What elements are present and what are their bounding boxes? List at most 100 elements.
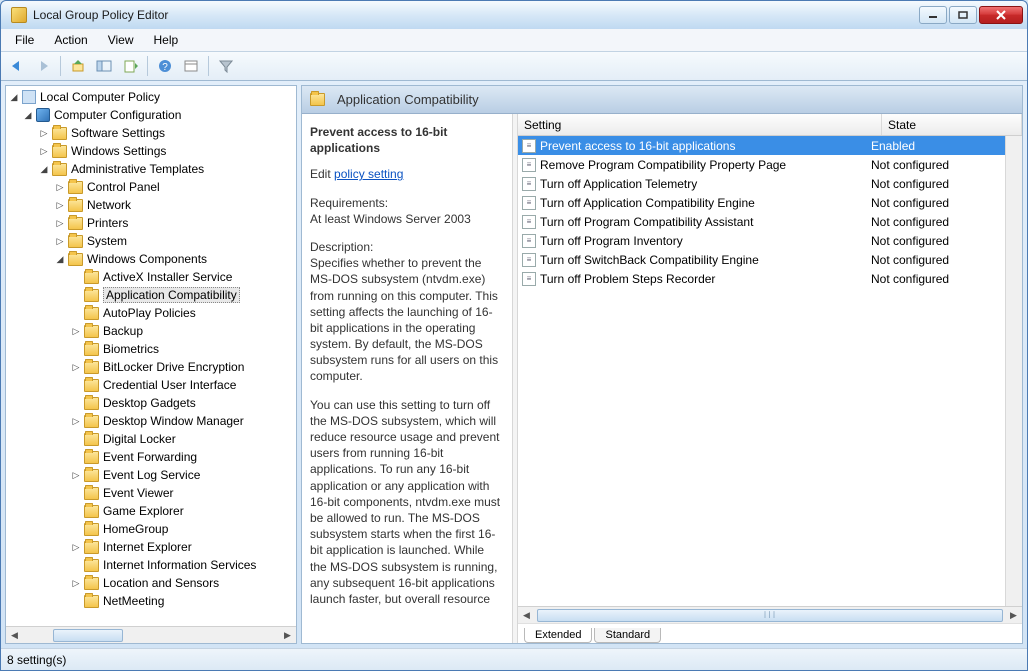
list-row[interactable]: ≡Turn off Program InventoryNot configure… [518,231,1005,250]
tree-item[interactable]: ▷Backup [6,322,296,340]
list-body[interactable]: ≡Prevent access to 16-bit applicationsEn… [518,136,1005,606]
collapse-icon[interactable]: ◢ [38,163,50,175]
list-row[interactable]: ≡Prevent access to 16-bit applicationsEn… [518,136,1005,155]
col-setting[interactable]: Setting [518,114,882,135]
tab-standard[interactable]: Standard [594,628,661,643]
collapse-icon[interactable]: ◢ [8,91,20,103]
filter-button[interactable] [214,54,238,78]
tree-item[interactable]: Application Compatibility [6,286,296,304]
tree-item[interactable]: ▷Control Panel [6,178,296,196]
expand-icon[interactable]: ▷ [38,145,50,157]
col-state[interactable]: State [882,114,1022,135]
scroll-thumb[interactable] [53,629,123,642]
tree-root[interactable]: ◢ Local Computer Policy [6,88,296,106]
scroll-right-icon[interactable]: ▶ [1005,610,1022,621]
expand-icon[interactable] [70,289,82,301]
tree-item[interactable]: NetMeeting [6,592,296,610]
menu-file[interactable]: File [5,31,44,49]
tree-item[interactable]: ▷System [6,232,296,250]
tree-item[interactable]: Internet Information Services [6,556,296,574]
toolbar: ? [1,51,1027,81]
expand-icon[interactable] [70,271,82,283]
expand-icon[interactable] [70,595,82,607]
list-hscrollbar[interactable]: ◀ ▶ [518,606,1022,623]
tree-item[interactable]: ▷Network [6,196,296,214]
setting-icon: ≡ [522,272,536,286]
tree-item[interactable]: ▷Internet Explorer [6,538,296,556]
tree-label: Credential User Interface [103,378,236,392]
expand-icon[interactable]: ▷ [70,469,82,481]
expand-icon[interactable]: ▷ [54,217,66,229]
list-row[interactable]: ≡Turn off Application TelemetryNot confi… [518,174,1005,193]
show-hide-tree-button[interactable] [92,54,116,78]
tree-item[interactable]: Credential User Interface [6,376,296,394]
up-button[interactable] [66,54,90,78]
tree-item[interactable]: ▷Desktop Window Manager [6,412,296,430]
expand-icon[interactable] [70,379,82,391]
tree-computer-config[interactable]: ◢ Computer Configuration [6,106,296,124]
collapse-icon[interactable]: ◢ [22,109,34,121]
expand-icon[interactable]: ▷ [70,415,82,427]
list-row[interactable]: ≡Turn off Application Compatibility Engi… [518,193,1005,212]
help-button[interactable]: ? [153,54,177,78]
scroll-right-icon[interactable]: ▶ [279,628,296,643]
tree-item[interactable]: AutoPlay Policies [6,304,296,322]
expand-icon[interactable]: ▷ [70,541,82,553]
tree-admin-templates[interactable]: ◢ Administrative Templates [6,160,296,178]
tree-windows-settings[interactable]: ▷ Windows Settings [6,142,296,160]
expand-icon[interactable] [70,433,82,445]
tree-item[interactable]: Desktop Gadgets [6,394,296,412]
tree-item[interactable]: ActiveX Installer Service [6,268,296,286]
scroll-thumb[interactable] [537,609,1003,622]
edit-policy-link[interactable]: policy setting [334,167,403,181]
expand-icon[interactable]: ▷ [70,577,82,589]
tree-item[interactable]: ▷Location and Sensors [6,574,296,592]
tree-item[interactable]: Event Viewer [6,484,296,502]
tab-extended[interactable]: Extended [524,628,592,643]
expand-icon[interactable]: ▷ [70,325,82,337]
tree-item[interactable]: HomeGroup [6,520,296,538]
properties-button[interactable] [179,54,203,78]
export-button[interactable] [118,54,142,78]
scroll-left-icon[interactable]: ◀ [518,610,535,621]
expand-icon[interactable] [70,451,82,463]
tree-item[interactable]: Event Forwarding [6,448,296,466]
minimize-button[interactable] [919,6,947,24]
list-row[interactable]: ≡Turn off Problem Steps RecorderNot conf… [518,269,1005,288]
tree-item[interactable]: Game Explorer [6,502,296,520]
tree-item[interactable]: ▷Printers [6,214,296,232]
expand-icon[interactable]: ▷ [54,199,66,211]
expand-icon[interactable]: ▷ [70,361,82,373]
expand-icon[interactable] [70,505,82,517]
expand-icon[interactable] [70,487,82,499]
tree-item[interactable]: Digital Locker [6,430,296,448]
tree-software-settings[interactable]: ▷ Software Settings [6,124,296,142]
list-row[interactable]: ≡Turn off Program Compatibility Assistan… [518,212,1005,231]
expand-icon[interactable] [70,343,82,355]
list-row[interactable]: ≡Remove Program Compatibility Property P… [518,155,1005,174]
tree-item[interactable]: ▷BitLocker Drive Encryption [6,358,296,376]
back-button[interactable] [5,54,29,78]
forward-button[interactable] [31,54,55,78]
tree-item[interactable]: ▷Event Log Service [6,466,296,484]
expand-icon[interactable] [70,523,82,535]
menu-help[interactable]: Help [144,31,189,49]
expand-icon[interactable] [70,307,82,319]
list-row[interactable]: ≡Turn off SwitchBack Compatibility Engin… [518,250,1005,269]
maximize-button[interactable] [949,6,977,24]
expand-icon[interactable]: ▷ [54,181,66,193]
tree-hscrollbar[interactable]: ◀ ▶ [6,626,296,643]
tree-body[interactable]: ◢ Local Computer Policy ◢ Computer Confi… [6,86,296,626]
expand-icon[interactable]: ▷ [54,235,66,247]
expand-icon[interactable]: ▷ [38,127,50,139]
close-button[interactable] [979,6,1023,24]
collapse-icon[interactable]: ◢ [54,253,66,265]
tree-item[interactable]: Biometrics [6,340,296,358]
list-vscrollbar[interactable] [1005,136,1022,606]
expand-icon[interactable] [70,559,82,571]
expand-icon[interactable] [70,397,82,409]
tree-windows-components[interactable]: ◢ Windows Components [6,250,296,268]
scroll-left-icon[interactable]: ◀ [6,628,23,643]
menu-action[interactable]: Action [44,31,97,49]
menu-view[interactable]: View [98,31,144,49]
